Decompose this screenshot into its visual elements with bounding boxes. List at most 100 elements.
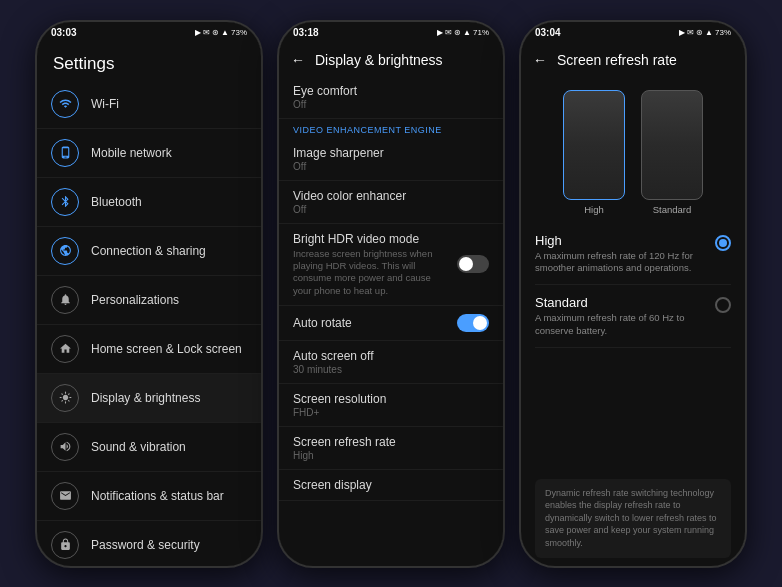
display-item-eyecomfort[interactable]: Eye comfort Off [279,76,503,119]
settings-list: Wi-Fi Mobile network Bluetooth [37,80,261,566]
refreshrate-sub: High [293,450,489,461]
refresh-info-box: Dynamic refresh rate switching technolog… [535,479,731,558]
wifi-icon: ▲ [221,28,229,37]
settings-item-homescreen[interactable]: Home screen & Lock screen [37,325,261,374]
wifi-icon-2: ▲ [463,28,471,37]
settings-item-mobile[interactable]: Mobile network [37,129,261,178]
time-2: 03:18 [293,27,319,38]
sound-label: Sound & vibration [91,440,186,454]
settings-header: Settings [37,44,261,80]
hdr-desc: Increase screen brightness when playing … [293,248,433,297]
notif-item-icon [51,482,79,510]
screendisplay-title: Screen display [293,478,489,492]
status-bar-3: 03:04 ▶ ✉ ⊛ ▲ 73% [521,22,745,44]
refresh-info-text: Dynamic refresh rate switching technolog… [545,487,721,550]
back-arrow-3[interactable]: ← [533,52,547,68]
msg-icon: ✉ [203,28,210,37]
bluetooth-item-icon [51,188,79,216]
radio-standard[interactable] [715,297,731,313]
display-item-icon [51,384,79,412]
mobile-item-icon [51,139,79,167]
refresh-high-title: High [535,233,707,248]
sound-item-icon [51,433,79,461]
radio-high[interactable] [715,235,731,251]
personal-item-icon [51,286,79,314]
resolution-title: Screen resolution [293,392,489,406]
status-icons-2: ▶ ✉ ⊛ ▲ 71% [437,28,489,37]
settings-item-password[interactable]: Password & security [37,521,261,566]
settings-item-connection[interactable]: Connection & sharing [37,227,261,276]
wifi-label: Wi-Fi [91,97,119,111]
connection-label: Connection & sharing [91,244,206,258]
notifications-label: Notifications & status bar [91,489,224,503]
preview-label-standard: Standard [653,204,692,215]
refresh-option-standard[interactable]: Standard A maximum refresh rate of 60 Hz… [535,285,731,348]
display-item-hdr[interactable]: Bright HDR video mode Increase screen br… [279,224,503,306]
screenoff-title: Auto screen off [293,349,489,363]
msg-icon-3: ✉ [687,28,694,37]
time-1: 03:03 [51,27,77,38]
status-bar-1: 03:03 ▶ ✉ ⊛ ▲ 73% [37,22,261,44]
bt-icon-2: ⊛ [454,28,461,37]
settings-item-notifications[interactable]: Notifications & status bar [37,472,261,521]
sharpener-title: Image sharpener [293,146,489,160]
homescreen-label: Home screen & Lock screen [91,342,242,356]
display-item-screenoff[interactable]: Auto screen off 30 minutes [279,341,503,384]
time-3: 03:04 [535,27,561,38]
display-item-refreshrate[interactable]: Screen refresh rate High [279,427,503,470]
signal-icon: ▶ [195,28,201,37]
password-label: Password & security [91,538,200,552]
settings-item-wifi[interactable]: Wi-Fi [37,80,261,129]
bt-icon-3: ⊛ [696,28,703,37]
screen-3: ← Screen refresh rate High Standard High [521,44,745,566]
wifi-item-icon [51,90,79,118]
preview-box-high [563,90,625,200]
preview-high[interactable]: High [563,90,625,215]
radio-high-inner [719,239,727,247]
display-item-sharpener[interactable]: Image sharpener Off [279,138,503,181]
settings-item-bluetooth[interactable]: Bluetooth [37,178,261,227]
refresh-preview: High Standard [521,76,745,223]
battery-icon: 73% [231,28,247,37]
autorotate-title: Auto rotate [293,316,352,330]
page-header-2: ← Display & brightness [279,44,503,76]
mobile-label: Mobile network [91,146,172,160]
connection-item-icon [51,237,79,265]
screen-1: Settings Wi-Fi Mobile network [37,44,261,566]
hdr-toggle-knob [459,257,473,271]
hdr-toggle[interactable] [457,255,489,273]
signal-icon-2: ▶ [437,28,443,37]
phone-1: 03:03 ▶ ✉ ⊛ ▲ 73% Settings Wi-Fi [35,20,263,568]
battery-icon-3: 73% [715,28,731,37]
video-section-label: VIDEO ENHANCEMENT ENGINE [279,119,503,138]
signal-icon-3: ▶ [679,28,685,37]
preview-standard[interactable]: Standard [641,90,703,215]
display-item-screendisplay[interactable]: Screen display [279,470,503,501]
display-item-autorotate[interactable]: Auto rotate [279,306,503,341]
eyecomfort-title: Eye comfort [293,84,489,98]
msg-icon-2: ✉ [445,28,452,37]
settings-item-personal[interactable]: Personalizations [37,276,261,325]
phones-container: 03:03 ▶ ✉ ⊛ ▲ 73% Settings Wi-Fi [15,2,767,586]
display-item-colorenhancer[interactable]: Video color enhancer Off [279,181,503,224]
settings-item-display[interactable]: Display & brightness [37,374,261,423]
battery-icon-2: 71% [473,28,489,37]
autorotate-toggle[interactable] [457,314,489,332]
bt-icon: ⊛ [212,28,219,37]
refresh-standard-title: Standard [535,295,707,310]
refresh-standard-sub: A maximum refresh rate of 60 Hz to conse… [535,312,707,337]
colorenhancer-title: Video color enhancer [293,189,489,203]
refresh-options: High A maximum refresh rate of 120 Hz fo… [521,223,745,471]
display-item-resolution[interactable]: Screen resolution FHD+ [279,384,503,427]
screen-2: ← Display & brightness Eye comfort Off V… [279,44,503,566]
refresh-option-high[interactable]: High A maximum refresh rate of 120 Hz fo… [535,223,731,286]
status-bar-2: 03:18 ▶ ✉ ⊛ ▲ 71% [279,22,503,44]
preview-box-standard [641,90,703,200]
back-arrow-2[interactable]: ← [291,52,305,68]
refresh-high-sub: A maximum refresh rate of 120 Hz for smo… [535,250,707,275]
autorotate-toggle-knob [473,316,487,330]
homescreen-item-icon [51,335,79,363]
eyecomfort-sub: Off [293,99,489,110]
display-list: Eye comfort Off VIDEO ENHANCEMENT ENGINE… [279,76,503,566]
settings-item-sound[interactable]: Sound & vibration [37,423,261,472]
